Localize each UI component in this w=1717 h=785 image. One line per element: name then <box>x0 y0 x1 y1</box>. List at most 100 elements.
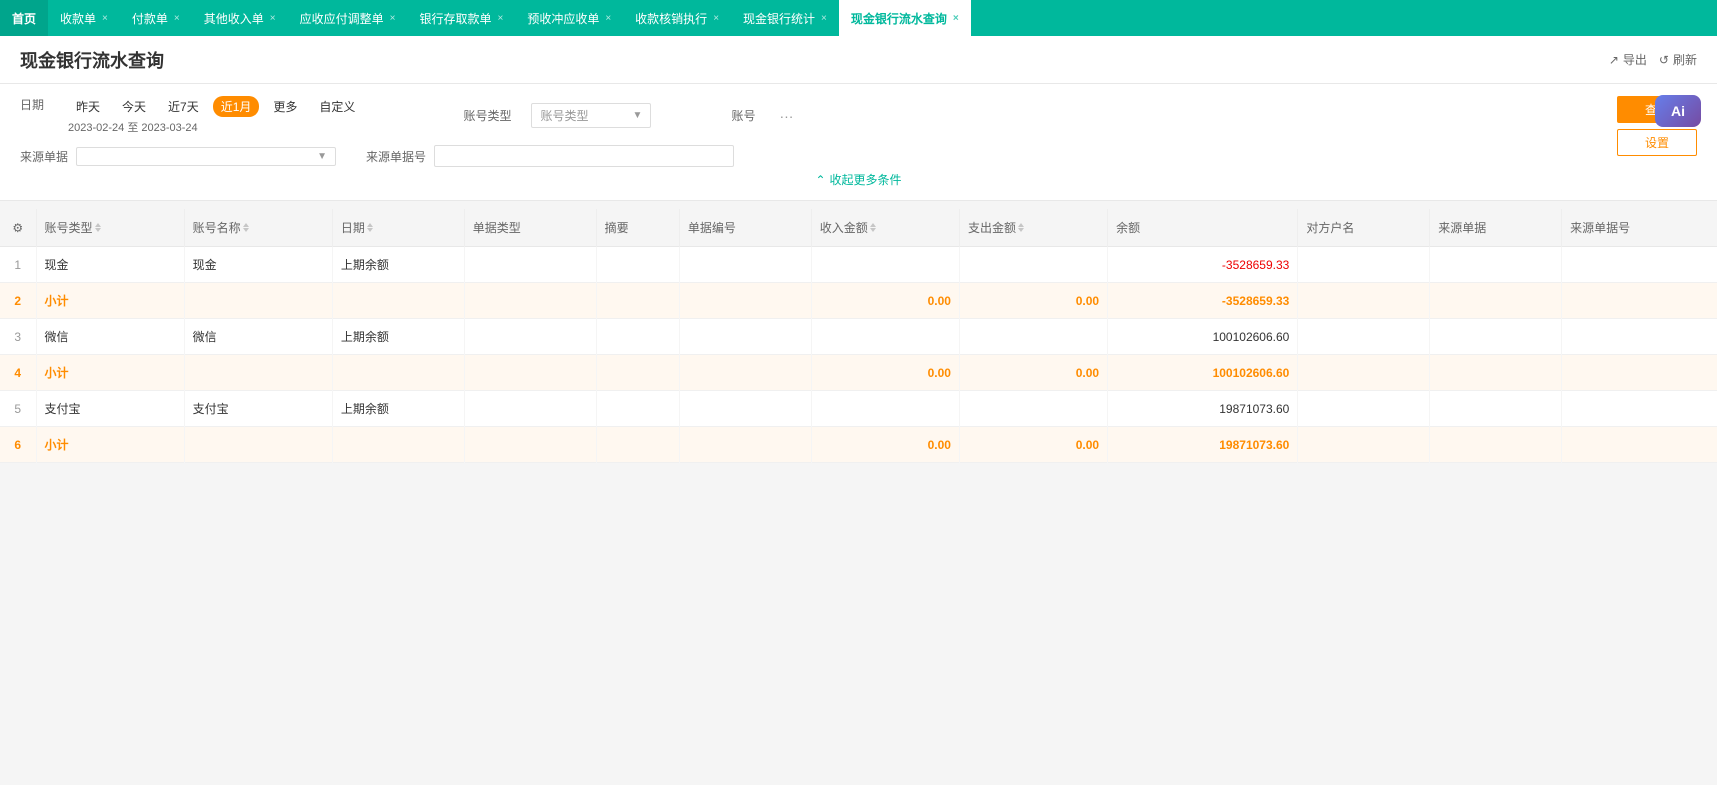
cell-no: 6 <box>0 427 36 463</box>
cell-balance: -3528659.33 <box>1108 247 1298 283</box>
cell-summary <box>596 247 679 283</box>
nav-other-income-close[interactable]: × <box>270 13 276 24</box>
cell-income <box>811 391 959 427</box>
date-opt-more[interactable]: 更多 <box>265 96 305 117</box>
table-row: 6小计0.000.0019871073.60 <box>0 427 1717 463</box>
cell-counterparty <box>1298 319 1430 355</box>
cell-expense: 0.00 <box>959 427 1107 463</box>
cell-source-doc-no <box>1562 319 1717 355</box>
col-source-doc-no: 来源单据号 <box>1562 209 1717 247</box>
collapse-bar[interactable]: ⌃ 收起更多条件 <box>20 171 1697 188</box>
sort-icon-income <box>870 223 876 232</box>
cell-doc-no <box>679 355 811 391</box>
cell-no: 5 <box>0 391 36 427</box>
account-label: 账号 <box>731 107 771 124</box>
col-account-name: 账号名称 <box>184 209 332 247</box>
nav-bank-deposit[interactable]: 银行存取款单 × <box>407 0 515 36</box>
sort-income[interactable]: 收入金额 <box>820 219 951 236</box>
nav-adjustment-close[interactable]: × <box>390 13 396 24</box>
col-income: 收入金额 <box>811 209 959 247</box>
table-row: 2小计0.000.00-3528659.33 <box>0 283 1717 319</box>
cell-doc-type <box>464 283 596 319</box>
nav-bank-flow[interactable]: 现金银行流水查询 × <box>839 0 971 36</box>
nav-payment-close[interactable]: × <box>174 13 180 24</box>
source-doc-label: 来源单据 <box>20 148 68 165</box>
nav-bank-stats[interactable]: 现金银行统计 × <box>731 0 839 36</box>
cell-date <box>332 283 464 319</box>
nav-home[interactable]: 首页 <box>0 0 48 36</box>
table-header-row: ⚙ 账号类型 账号名称 <box>0 209 1717 247</box>
cell-no: 4 <box>0 355 36 391</box>
cell-expense: 0.00 <box>959 283 1107 319</box>
top-nav: 首页 收款单 × 付款单 × 其他收入单 × 应收应付调整单 × 银行存取款单 … <box>0 0 1717 36</box>
nav-other-income[interactable]: 其他收入单 × <box>192 0 288 36</box>
account-type-select[interactable]: 账号类型 ▼ <box>531 103 651 128</box>
cell-source-doc <box>1430 427 1562 463</box>
table-row: 5支付宝支付宝上期余额19871073.60 <box>0 391 1717 427</box>
sort-expense[interactable]: 支出金额 <box>968 219 1099 236</box>
nav-writeoff-label: 收款核销执行 <box>635 10 707 27</box>
nav-writeoff-close[interactable]: × <box>713 13 719 24</box>
nav-prepaid-close[interactable]: × <box>605 13 611 24</box>
date-opt-1month[interactable]: 近1月 <box>213 96 260 117</box>
sort-icon-expense <box>1018 223 1024 232</box>
source-doc-no-input[interactable] <box>434 145 734 167</box>
col-expense: 支出金额 <box>959 209 1107 247</box>
refresh-button[interactable]: ↺ 刷新 <box>1659 51 1697 68</box>
table-row: 3微信微信上期余额100102606.60 <box>0 319 1717 355</box>
col-doc-type-label: 单据类型 <box>473 221 521 235</box>
cell-account-type: 微信 <box>36 319 184 355</box>
cell-date: 上期余额 <box>332 247 464 283</box>
table-settings-icon[interactable]: ⚙ <box>10 220 26 236</box>
cell-income: 0.00 <box>811 355 959 391</box>
nav-payment[interactable]: 付款单 × <box>120 0 192 36</box>
cell-date: 上期余额 <box>332 319 464 355</box>
source-doc-arrow-icon: ▼ <box>317 151 327 162</box>
col-account-type-label: 账号类型 <box>45 219 93 236</box>
sort-icon-account-type <box>95 223 101 232</box>
setting-button[interactable]: 设置 <box>1617 129 1697 156</box>
sort-account-type[interactable]: 账号类型 <box>45 219 176 236</box>
col-date-label: 日期 <box>341 219 365 236</box>
sort-date[interactable]: 日期 <box>341 219 456 236</box>
col-source-doc-label: 来源单据 <box>1438 221 1486 235</box>
cell-counterparty <box>1298 355 1430 391</box>
col-balance: 余额 <box>1108 209 1298 247</box>
date-opt-yesterday[interactable]: 昨天 <box>68 96 108 117</box>
cell-no: 2 <box>0 283 36 319</box>
cell-doc-no <box>679 391 811 427</box>
nav-receipt[interactable]: 收款单 × <box>48 0 120 36</box>
cell-summary <box>596 283 679 319</box>
col-date: 日期 <box>332 209 464 247</box>
export-icon: ↗ <box>1609 53 1619 67</box>
date-options: 昨天 今天 近7天 近1月 更多 自定义 <box>68 96 363 117</box>
source-doc-select[interactable]: ▼ <box>76 147 336 166</box>
nav-prepaid-label: 预收冲应收单 <box>527 10 599 27</box>
date-opt-today[interactable]: 今天 <box>114 96 154 117</box>
ai-badge[interactable]: Ai <box>1655 95 1701 127</box>
filter-row-1: 日期 昨天 今天 近7天 近1月 更多 自定义 2023-02-24 至 202… <box>20 96 1597 135</box>
cell-doc-no <box>679 283 811 319</box>
filter-area: 日期 昨天 今天 近7天 近1月 更多 自定义 2023-02-24 至 202… <box>0 84 1717 201</box>
cell-counterparty <box>1298 391 1430 427</box>
nav-receipt-close[interactable]: × <box>102 13 108 24</box>
nav-bank-flow-close[interactable]: × <box>953 13 959 24</box>
account-more-icon[interactable]: ··· <box>779 108 793 124</box>
date-opt-7days[interactable]: 近7天 <box>160 96 207 117</box>
nav-bank-deposit-close[interactable]: × <box>497 13 503 24</box>
date-range: 2023-02-24 至 2023-03-24 <box>68 119 363 135</box>
nav-writeoff[interactable]: 收款核销执行 × <box>623 0 731 36</box>
export-button[interactable]: ↗ 导出 <box>1609 51 1647 68</box>
cell-doc-type <box>464 319 596 355</box>
nav-prepaid[interactable]: 预收冲应收单 × <box>515 0 623 36</box>
refresh-icon: ↺ <box>1659 53 1669 67</box>
cell-balance: 19871073.60 <box>1108 391 1298 427</box>
col-balance-label: 余额 <box>1116 221 1140 235</box>
nav-bank-stats-close[interactable]: × <box>821 13 827 24</box>
date-opt-custom[interactable]: 自定义 <box>311 96 363 117</box>
nav-adjustment[interactable]: 应收应付调整单 × <box>288 0 408 36</box>
sort-account-name[interactable]: 账号名称 <box>193 219 324 236</box>
filter-row-2: 来源单据 ▼ 来源单据号 <box>20 145 1597 167</box>
col-source-doc-no-label: 来源单据号 <box>1570 221 1630 235</box>
header-actions: ↗ 导出 ↺ 刷新 <box>1609 51 1697 68</box>
